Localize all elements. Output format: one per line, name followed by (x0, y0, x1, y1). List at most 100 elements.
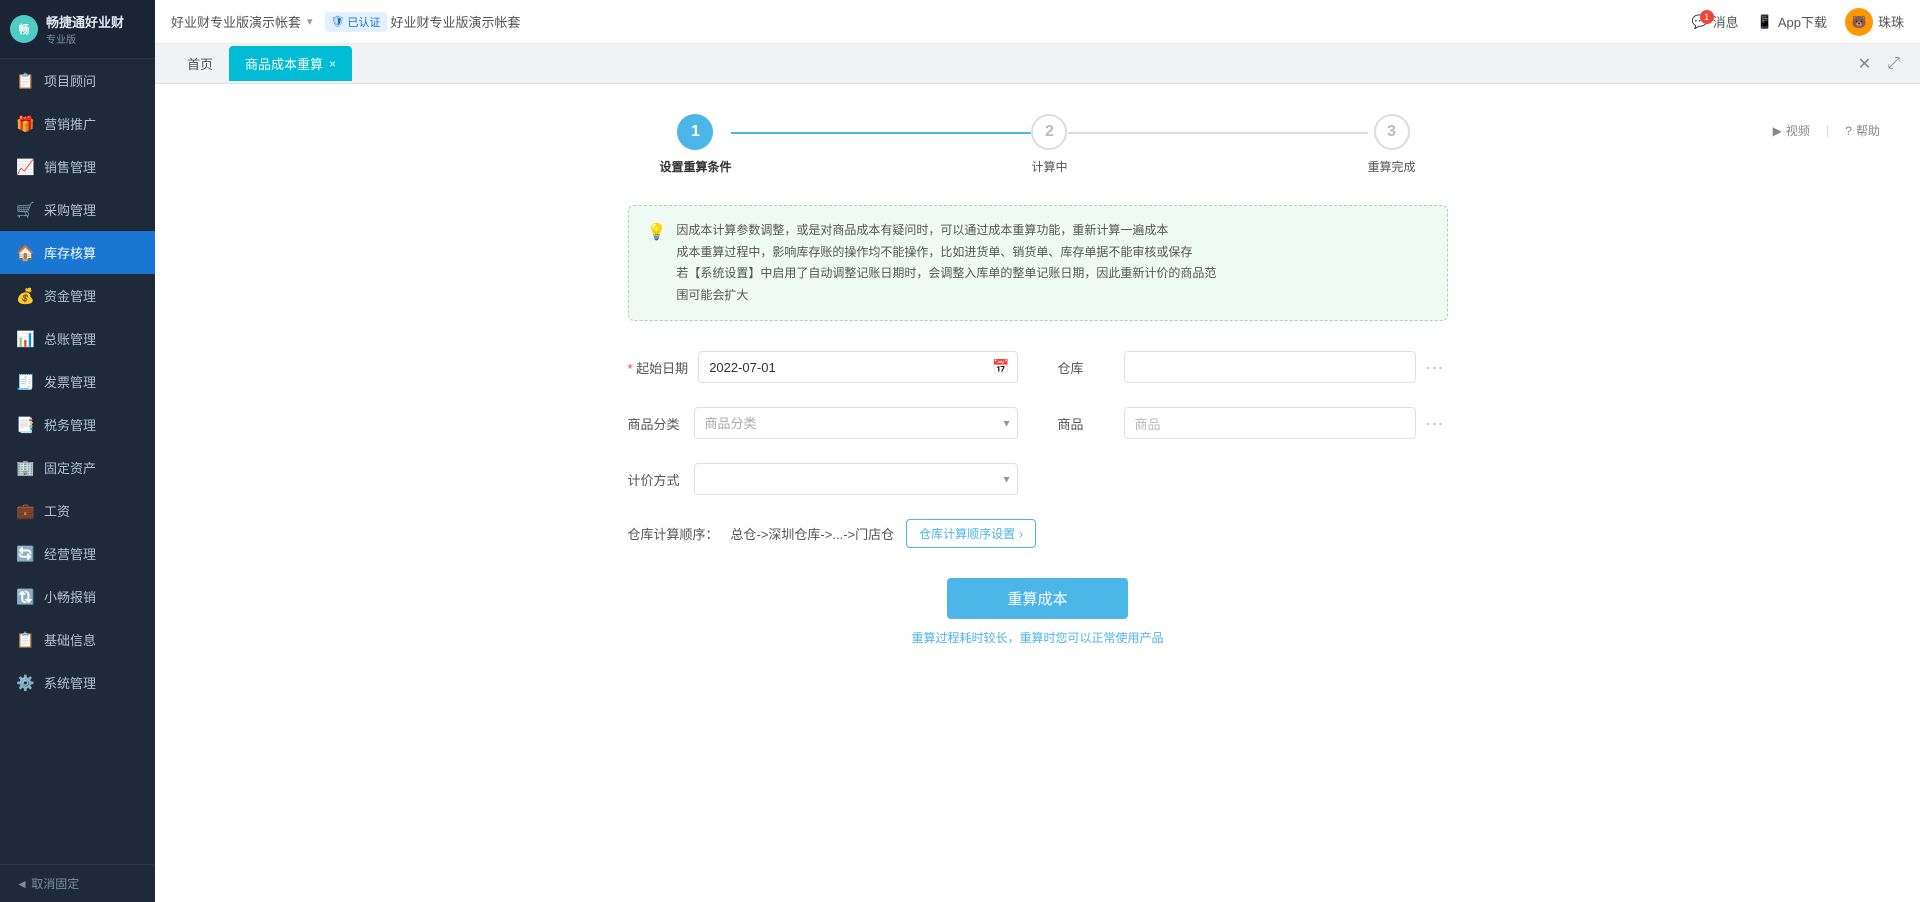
topbar-verified: 🛡 已认证 好业财专业版演示帐套 (325, 12, 521, 32)
account-name: 好业财专业版演示帐套 (171, 12, 301, 31)
step-2-label: 计算中 (1031, 158, 1067, 175)
form-area: 起始日期 📅 仓库 ··· 商品分类 (628, 351, 1448, 646)
sidebar-item-purchase[interactable]: 🛒 采购管理 (0, 188, 155, 231)
sidebar-item-tax[interactable]: 📑 税务管理 (0, 403, 155, 446)
sidebar-item-assets[interactable]: 🏢 固定资产 (0, 446, 155, 489)
sidebar-item-ops[interactable]: 🔄 经营管理 (0, 532, 155, 575)
accounting-icon: 📊 (16, 330, 34, 348)
topbar-account[interactable]: 好业财专业版演示帐套 ▾ (171, 12, 313, 31)
sidebar-item-label: 采购管理 (44, 200, 96, 219)
goods-dots-button[interactable]: ··· (1422, 413, 1448, 434)
sidebar-item-accounting[interactable]: 📊 总账管理 (0, 317, 155, 360)
assets-icon: 🏢 (16, 459, 34, 477)
payroll-icon: 💼 (16, 502, 34, 520)
step-3-circle: 3 (1374, 114, 1410, 150)
step-3-label: 重算完成 (1368, 158, 1416, 175)
message-label: 消息 (1713, 12, 1739, 31)
inventory-icon: 🏠 (16, 244, 34, 262)
tab-home[interactable]: 首页 (171, 46, 229, 81)
sidebar-item-label: 总账管理 (44, 329, 96, 348)
warehouse-order-settings-button[interactable]: 仓库计算顺序设置 › (906, 519, 1036, 548)
tab-close-window-button[interactable]: ✕ (1854, 50, 1875, 78)
tab-expand-button[interactable]: ⤢ (1883, 50, 1904, 78)
page-content: 1 设置重算条件 2 计算中 3 重算完成 ▶ 视频 (155, 84, 1920, 902)
sidebar-item-label: 税务管理 (44, 415, 96, 434)
sidebar-item-payroll[interactable]: 💼 工资 (0, 489, 155, 532)
field-price-method: 计价方式 ▾ (628, 463, 1018, 495)
video-link[interactable]: ▶ 视频 (1773, 122, 1810, 139)
calendar-icon[interactable]: 📅 (992, 359, 1009, 376)
marketing-icon: 🎁 (16, 115, 34, 133)
sidebar-item-basic[interactable]: 📋 基础信息 (0, 618, 155, 661)
sales-icon: 📈 (16, 158, 34, 176)
app-name: 畅捷通好业财 (46, 12, 124, 31)
main-content: 好业财专业版演示帐套 ▾ 🛡 已认证 好业财专业版演示帐套 💬 1 消息 📱 A… (155, 0, 1920, 902)
price-method-select-wrap: ▾ (694, 463, 1018, 495)
price-method-select[interactable] (694, 463, 1018, 495)
sidebar-item-label: 工资 (44, 501, 70, 520)
verified-badge: 🛡 已认证 (325, 12, 387, 32)
app-logo: 畅 (10, 15, 38, 43)
sidebar-item-label: 项目顾问 (44, 71, 96, 90)
field-category: 商品分类 商品分类 ▾ (628, 407, 1018, 439)
step-1: 1 设置重算条件 (659, 114, 731, 175)
sidebar-unpin[interactable]: ◄ 取消固定 (0, 864, 155, 902)
sidebar-item-label: 基础信息 (44, 630, 96, 649)
sidebar-item-marketing[interactable]: 🎁 营销推广 (0, 102, 155, 145)
info-box: 💡 因成本计算参数调整，或是对商品成本有疑问时，可以通过成本重算功能，重新计算一… (628, 205, 1448, 321)
warehouse-dots-button[interactable]: ··· (1422, 357, 1448, 378)
sidebar-item-label: 固定资产 (44, 458, 96, 477)
sidebar-item-finance[interactable]: 💰 资金管理 (0, 274, 155, 317)
start-date-input[interactable] (698, 351, 1017, 383)
help-link[interactable]: ? 帮助 (1845, 122, 1880, 139)
tab-cost-recalc[interactable]: 商品成本重算 × (229, 46, 352, 81)
app-download-label: App下载 (1778, 12, 1827, 31)
sidebar-item-label: 发票管理 (44, 372, 96, 391)
sidebar-item-inventory[interactable]: 🏠 库存核算 (0, 231, 155, 274)
warehouse-placeholder (1124, 351, 1416, 383)
sidebar-item-system[interactable]: ⚙️ 系统管理 (0, 661, 155, 704)
message-action[interactable]: 💬 1 消息 (1691, 12, 1738, 31)
step-1-circle: 1 (677, 114, 713, 150)
tabs-bar: 首页 商品成本重算 × ✕ ⤢ (155, 44, 1920, 84)
sidebar-item-project[interactable]: 📋 项目顾问 (0, 59, 155, 102)
app-download-action[interactable]: 📱 App下载 (1757, 12, 1827, 31)
sidebar-item-invoice[interactable]: 🧾 发票管理 (0, 360, 155, 403)
step-2-circle: 2 (1031, 114, 1067, 150)
recalc-button[interactable]: 重算成本 (947, 578, 1127, 619)
sidebar-item-sales[interactable]: 📈 销售管理 (0, 145, 155, 188)
recalc-note: 重算过程耗时较长，重算时您可以正常使用产品 (628, 629, 1448, 646)
category-select[interactable]: 商品分类 (694, 407, 1018, 439)
info-line2: 成本重算过程中，影响库存账的操作均不能操作，比如进货单、销货单、库存单据不能审核… (676, 242, 1216, 264)
project-icon: 📋 (16, 72, 34, 90)
start-date-label: 起始日期 (628, 358, 689, 377)
avatar: 🐻 (1845, 8, 1873, 36)
warehouse-order-row: 仓库计算顺序： 总仓->深圳仓库->...->门店仓 仓库计算顺序设置 › (628, 519, 1448, 548)
field-warehouse: 仓库 ··· (1058, 351, 1448, 383)
goods-label: 商品 (1058, 414, 1114, 433)
play-icon: ▶ (1773, 124, 1782, 138)
sidebar-nav: 📋 项目顾问 🎁 营销推广 📈 销售管理 🛒 采购管理 🏠 库存核算 💰 资金管… (0, 59, 155, 864)
sidebar-header: 畅 畅捷通好业财 专业版 (0, 0, 155, 59)
tab-close-button[interactable]: × (329, 57, 336, 71)
step-connector-1 (731, 132, 1031, 134)
price-method-label: 计价方式 (628, 470, 684, 489)
sidebar-item-label: 销售管理 (44, 157, 96, 176)
info-line1: 因成本计算参数调整，或是对商品成本有疑问时，可以通过成本重算功能，重新计算一遍成… (676, 220, 1216, 242)
user-profile[interactable]: 🐻 珠珠 (1845, 8, 1904, 36)
sidebar-item-label: 经营管理 (44, 544, 96, 563)
message-badge: 💬 1 (1691, 14, 1707, 30)
info-line3: 若【系统设置】中启用了自动调整记账日期时，会调整入库单的整单记账日期，因此重新计… (676, 263, 1216, 285)
invoice-icon: 🧾 (16, 373, 34, 391)
warehouse-chevron-icon: › (1019, 527, 1023, 541)
category-select-wrap: 商品分类 ▾ (694, 407, 1018, 439)
message-count-badge: 1 (1700, 10, 1714, 24)
warehouse-settings-label: 仓库计算顺序设置 (919, 525, 1015, 542)
app-edition: 专业版 (46, 31, 124, 46)
sidebar-item-expense[interactable]: 🔃 小畅报销 (0, 575, 155, 618)
tax-icon: 📑 (16, 416, 34, 434)
sidebar-item-label: 小畅报销 (44, 587, 96, 606)
sidebar: 畅 畅捷通好业财 专业版 📋 项目顾问 🎁 营销推广 📈 销售管理 🛒 采购管理… (0, 0, 155, 902)
account-chevron-icon: ▾ (307, 15, 313, 28)
topbar-right: 💬 1 消息 📱 App下载 🐻 珠珠 (1691, 8, 1904, 36)
